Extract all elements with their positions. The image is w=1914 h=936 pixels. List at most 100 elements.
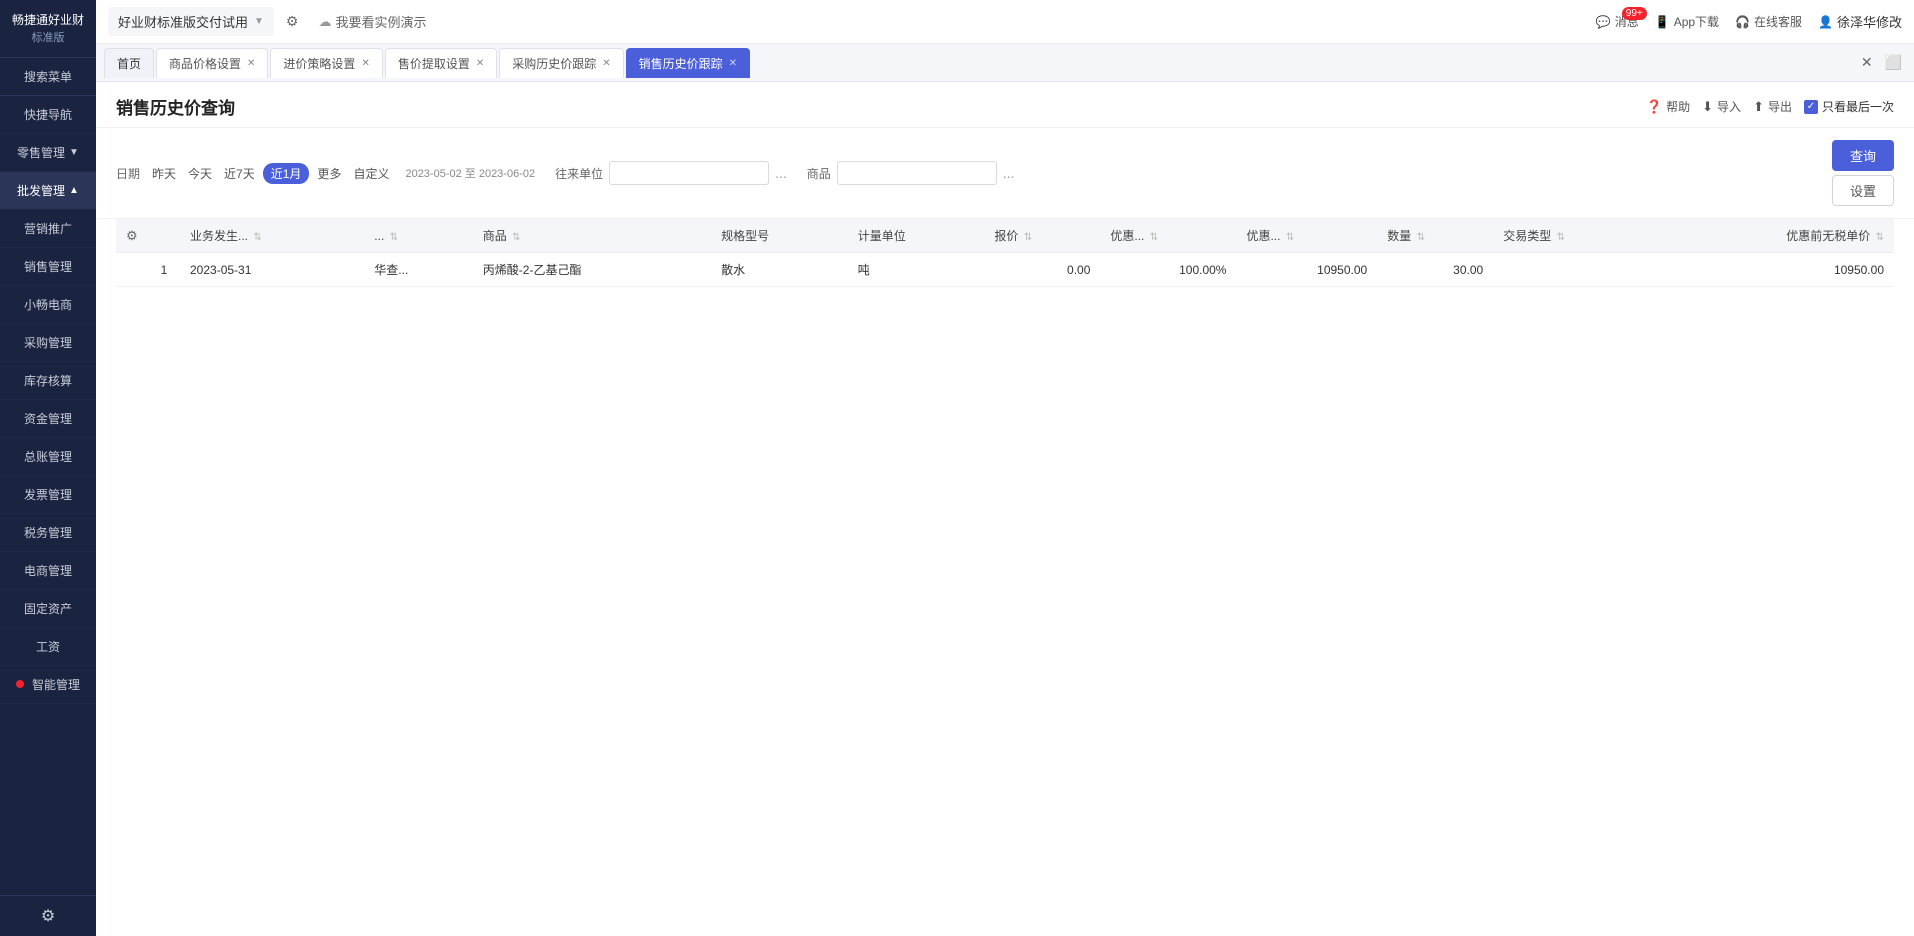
table-header: ⚙ 业务发生... ⇅ ... ⇅ 商品 ⇅	[116, 219, 1894, 253]
export-button[interactable]: ⬆ 导出	[1753, 98, 1792, 115]
app-edition: 标准版	[8, 29, 88, 45]
help-button[interactable]: ❓ 帮助	[1646, 98, 1690, 115]
sidebar-item-wholesale[interactable]: 批发管理 ▲	[0, 172, 96, 210]
source-unit-filter: 往来单位 ...	[555, 161, 787, 185]
sidebar-item-retail[interactable]: 零售管理 ▼	[0, 134, 96, 172]
app-name: 畅捷通好业财	[8, 12, 88, 29]
row-discount-price-cell: 10950.00	[1236, 253, 1377, 287]
module-selector[interactable]: 好业财标准版交付试用 ▼	[108, 7, 274, 36]
sidebar-item-general-ledger[interactable]: 总账管理	[0, 438, 96, 476]
row-goods: 丙烯酸-2-乙基己酯	[483, 263, 582, 277]
headset-icon: 🎧	[1735, 15, 1750, 29]
row-quoted-price-cell: 0.00	[984, 253, 1100, 287]
goods-picker-button[interactable]: ...	[1003, 165, 1015, 181]
sidebar-settings[interactable]: ⚙	[0, 895, 96, 936]
col-label: 交易类型	[1503, 229, 1551, 243]
settings-icon[interactable]: ⚙	[41, 908, 55, 925]
goods-label: 商品	[807, 165, 831, 182]
gear-icon[interactable]: ⚙	[126, 228, 138, 243]
page-title: 销售历史价查询	[116, 94, 235, 119]
col-header-goods[interactable]: 商品 ⇅	[473, 219, 711, 253]
row-seq: 1	[161, 263, 168, 277]
date-opt-yesterday[interactable]: 昨天	[148, 163, 180, 184]
close-icon[interactable]: ✕	[476, 58, 484, 69]
close-icon[interactable]: ✕	[729, 58, 737, 69]
import-button[interactable]: ⬇ 导入	[1702, 98, 1741, 115]
close-icon[interactable]: ✕	[247, 58, 255, 69]
module-settings-button[interactable]: ⚙	[282, 9, 303, 34]
date-opt-today[interactable]: 今天	[184, 163, 216, 184]
sidebar-item-fixed-assets[interactable]: 固定资产	[0, 590, 96, 628]
sidebar-item-quick-nav[interactable]: 快捷导航	[0, 96, 96, 134]
col-header-pretax-price[interactable]: 优惠前无税单价 ⇅	[1657, 219, 1894, 253]
tab-price-extract[interactable]: 售价提取设置 ✕	[385, 48, 497, 78]
date-opt-custom[interactable]: 自定义	[349, 163, 393, 184]
demo-button[interactable]: ☁ 我要看实例演示	[310, 8, 434, 35]
sidebar-item-ai-management[interactable]: 智能管理	[0, 666, 96, 704]
col-header-biz-date[interactable]: 业务发生... ⇅	[180, 219, 364, 253]
tab-end-actions: ✕ ⬜	[1857, 50, 1914, 75]
row-discount-rate: 100.00%	[1179, 263, 1226, 277]
sidebar-item-salary[interactable]: 工资	[0, 628, 96, 666]
source-unit-input[interactable]	[609, 161, 769, 185]
col-label: 业务发生...	[190, 229, 248, 243]
only-last-checkbox[interactable]: 只看最后一次	[1804, 98, 1894, 115]
row-pretax-price-cell: 10950.00	[1657, 253, 1894, 287]
sidebar-item-label: 发票管理	[24, 488, 72, 502]
col-header-unit: 计量单位	[848, 219, 985, 253]
tab-purchase-history[interactable]: 采购历史价跟踪 ✕	[499, 48, 623, 78]
data-table: ⚙ 业务发生... ⇅ ... ⇅ 商品 ⇅	[116, 219, 1894, 287]
date-opt-last7days[interactable]: 近7天	[220, 163, 259, 184]
date-opt-more[interactable]: 更多	[313, 163, 345, 184]
goods-filter: 商品 ...	[807, 161, 1015, 185]
goods-input[interactable]	[837, 161, 997, 185]
row-discount-rate-cell: 100.00%	[1100, 253, 1236, 287]
col-header-discount-rate[interactable]: 优惠... ⇅	[1100, 219, 1236, 253]
col-header-more[interactable]: ... ⇅	[364, 219, 473, 253]
sidebar-item-marketing[interactable]: 营销推广	[0, 210, 96, 248]
message-button[interactable]: 💬 消息 99+	[1596, 13, 1639, 30]
tab-purchase-strategy[interactable]: 进价策略设置 ✕	[270, 48, 382, 78]
tab-price-setting[interactable]: 商品价格设置 ✕	[156, 48, 268, 78]
sidebar-item-search[interactable]: 搜索菜单	[0, 58, 96, 96]
checkbox-checked-icon	[1804, 100, 1818, 114]
app-logo: 畅捷通好业财 标准版	[0, 0, 96, 58]
maximize-button[interactable]: ⬜	[1881, 50, 1906, 75]
col-header-quoted-price[interactable]: 报价 ⇅	[984, 219, 1100, 253]
tab-home[interactable]: 首页	[104, 48, 154, 78]
close-icon[interactable]: ✕	[361, 58, 369, 69]
row-seq-cell: 1	[148, 253, 180, 287]
col-header-discount-price[interactable]: 优惠... ⇅	[1236, 219, 1377, 253]
tab-sales-history[interactable]: 销售历史价跟踪 ✕	[626, 48, 750, 78]
sidebar-item-label: 智能管理	[32, 676, 80, 693]
module-name: 好业财标准版交付试用	[118, 12, 248, 31]
date-opt-last1month[interactable]: 近1月	[263, 163, 310, 184]
sidebar-item-ecommerce[interactable]: 电商管理	[0, 552, 96, 590]
sidebar-item-tax[interactable]: 税务管理	[0, 514, 96, 552]
sidebar-item-label: 总账管理	[24, 450, 72, 464]
close-icon[interactable]: ✕	[602, 58, 610, 69]
app-download-button[interactable]: 📱 App下载	[1655, 13, 1719, 30]
sidebar-item-inventory[interactable]: 库存核算	[0, 362, 96, 400]
sidebar-item-purchase[interactable]: 采购管理	[0, 324, 96, 362]
row-goods-cell: 丙烯酸-2-乙基己酯	[473, 253, 711, 287]
sidebar-item-label: 搜索菜单	[24, 70, 72, 84]
online-service-label: 在线客服	[1754, 13, 1802, 30]
online-service-button[interactable]: 🎧 在线客服	[1735, 13, 1802, 30]
sidebar-item-invoice[interactable]: 发票管理	[0, 476, 96, 514]
settings-button[interactable]: 设置	[1832, 175, 1894, 206]
sidebar-item-ecommerce-small[interactable]: 小畅电商	[0, 286, 96, 324]
col-header-quantity[interactable]: 数量 ⇅	[1377, 219, 1493, 253]
sort-icon: ⇅	[1024, 232, 1032, 243]
user-icon: 👤	[1818, 15, 1833, 29]
close-window-button[interactable]: ✕	[1857, 50, 1877, 75]
col-label: 计量单位	[858, 229, 906, 243]
source-unit-label: 往来单位	[555, 165, 603, 182]
sort-icon: ⇅	[1876, 232, 1884, 243]
sidebar-item-finance[interactable]: 资金管理	[0, 400, 96, 438]
sidebar-item-sales[interactable]: 销售管理	[0, 248, 96, 286]
source-unit-picker-button[interactable]: ...	[775, 165, 787, 181]
query-button[interactable]: 查询	[1832, 140, 1894, 171]
user-button[interactable]: 👤 徐泽华修改	[1818, 12, 1902, 31]
col-header-transaction-type[interactable]: 交易类型 ⇅	[1493, 219, 1657, 253]
